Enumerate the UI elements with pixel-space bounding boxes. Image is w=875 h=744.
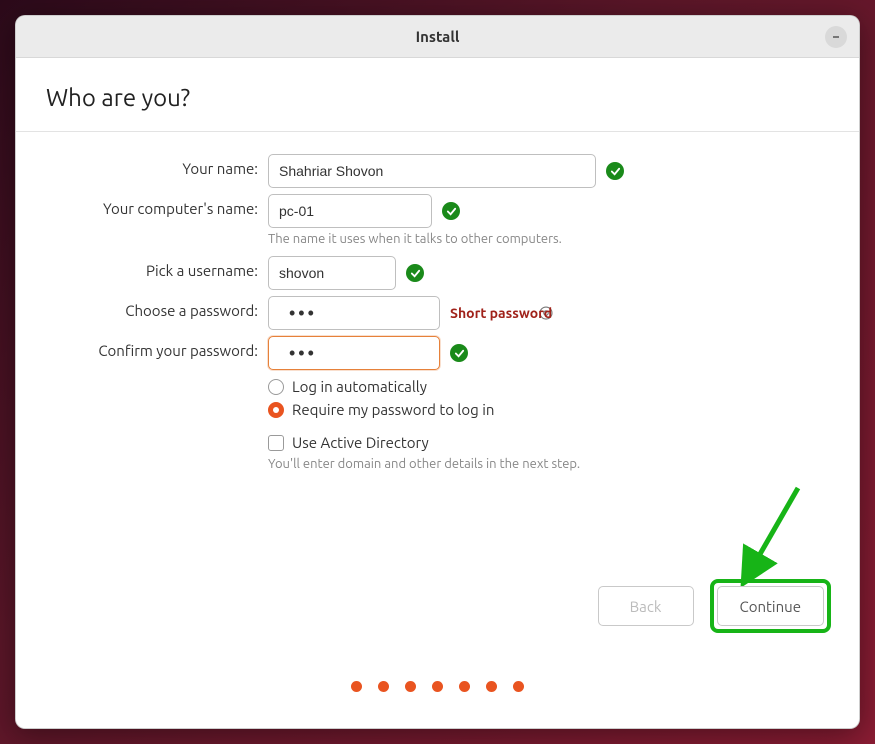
check-icon	[442, 202, 460, 220]
pager-dot	[432, 681, 443, 692]
radio-login-auto[interactable]: Log in automatically	[268, 378, 829, 395]
pager-dot	[513, 681, 524, 692]
password-field-wrap[interactable]	[268, 296, 440, 330]
check-icon	[606, 162, 624, 180]
checkbox-active-directory[interactable]: Use Active Directory	[268, 434, 829, 451]
pager-dot	[351, 681, 362, 692]
titlebar: Install	[16, 16, 859, 58]
pager-dot	[486, 681, 497, 692]
pager-dot	[459, 681, 470, 692]
label-computer-name: Your computer's name:	[46, 194, 268, 217]
minimize-icon	[831, 32, 841, 42]
row-computer-name: Your computer's name: The name it uses w…	[46, 194, 829, 250]
continue-button-label: Continue	[740, 598, 801, 615]
content-area: Who are you? Your name: Your computer's …	[16, 58, 859, 728]
your-name-input[interactable]	[268, 154, 596, 188]
row-confirm-password: Confirm your password:	[46, 336, 829, 370]
computer-name-hint: The name it uses when it talks to other …	[268, 232, 829, 246]
computer-name-input[interactable]	[268, 194, 432, 228]
radio-login-auto-label: Log in automatically	[292, 378, 427, 395]
row-your-name: Your name:	[46, 154, 829, 188]
radio-icon	[268, 402, 284, 418]
pager-dot	[378, 681, 389, 692]
continue-button[interactable]: Continue	[717, 586, 824, 626]
user-form: Your name: Your computer's name:	[16, 132, 859, 481]
progress-pager	[16, 681, 859, 692]
password-strength-text: Short password	[450, 305, 552, 321]
button-row: Back Continue	[598, 579, 831, 633]
checkbox-icon	[268, 435, 284, 451]
page-title: Who are you?	[16, 58, 859, 131]
annotation-arrow	[693, 480, 813, 590]
active-directory-hint: You'll enter domain and other details in…	[268, 457, 829, 471]
pager-dot	[405, 681, 416, 692]
username-input[interactable]	[268, 256, 396, 290]
row-login-options: Log in automatically Require my password…	[46, 376, 829, 424]
confirm-password-field-wrap[interactable]	[268, 336, 440, 370]
checkbox-active-directory-label: Use Active Directory	[292, 434, 429, 451]
row-active-directory: Use Active Directory You'll enter domain…	[46, 432, 829, 475]
row-username: Pick a username:	[46, 256, 829, 290]
back-button-label: Back	[630, 598, 662, 615]
back-button[interactable]: Back	[598, 586, 694, 626]
label-confirm-password: Confirm your password:	[46, 336, 268, 359]
check-icon	[406, 264, 424, 282]
minimize-button[interactable]	[825, 26, 847, 48]
continue-highlight-box: Continue	[710, 579, 831, 633]
label-password: Choose a password:	[46, 296, 268, 319]
radio-login-require-label: Require my password to log in	[292, 401, 494, 418]
radio-login-require[interactable]: Require my password to log in	[268, 401, 829, 418]
install-window: Install Who are you? Your name:	[15, 15, 860, 729]
row-password: Choose a password: Short password	[46, 296, 829, 330]
radio-icon	[268, 379, 284, 395]
window-title: Install	[416, 28, 460, 45]
check-icon	[450, 344, 468, 362]
label-username: Pick a username:	[46, 256, 268, 279]
confirm-password-input[interactable]	[279, 337, 531, 369]
label-your-name: Your name:	[46, 154, 268, 177]
